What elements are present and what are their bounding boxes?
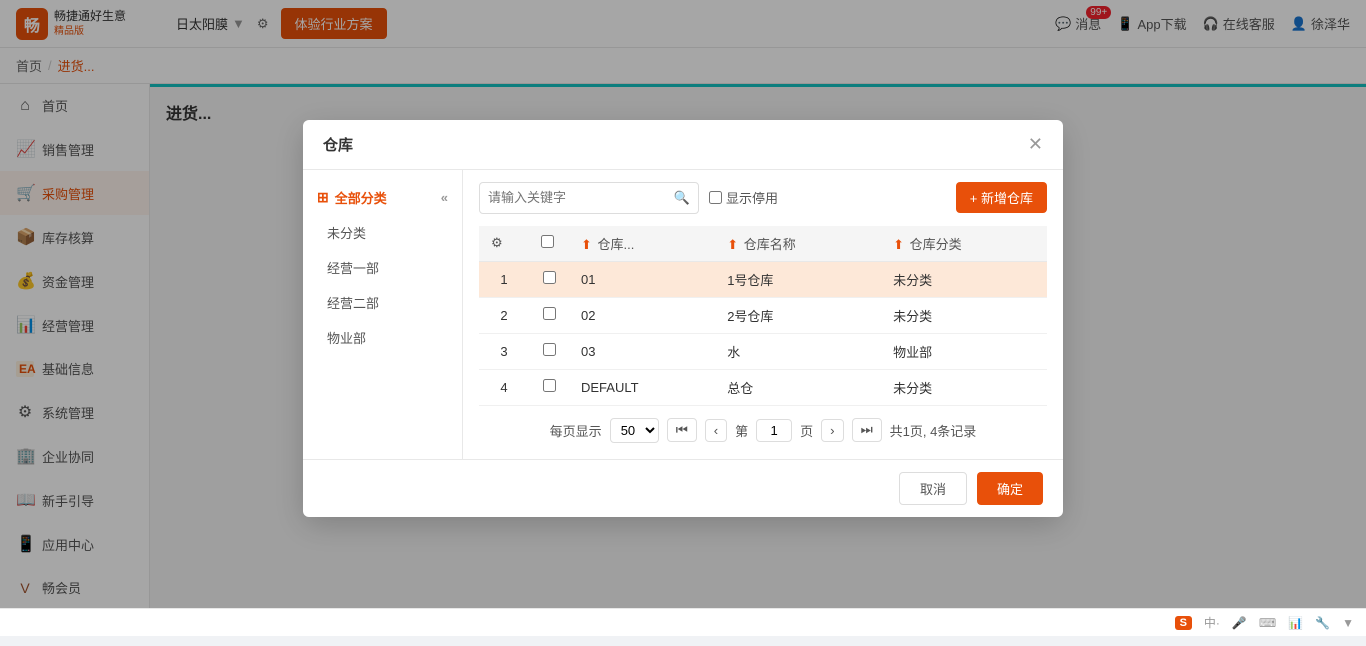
keyboard-icon[interactable]: ⌨ [1259,616,1276,630]
td-num-2: 3 [479,333,529,369]
chart-status-icon: 📊 [1288,616,1303,630]
page-prev-btn[interactable]: ‹ [705,419,727,442]
modal-footer: 取消 确定 [303,459,1063,517]
right-panel: 🔍 显示停用 + 新增仓库 ⚙ [463,170,1063,459]
confirm-btn[interactable]: 确定 [977,472,1043,505]
td-name-1: 2号仓库 [715,297,881,333]
per-page-label: 每页显示 [550,421,602,440]
sort-icon-name: ⬆ [727,237,738,252]
td-check-0[interactable] [529,261,569,297]
td-code-2: 03 [569,333,715,369]
page-unit: 页 [800,421,813,440]
category-header: ⊞ 全部分类 « [303,180,462,215]
wrench-icon: 🔧 [1315,616,1330,630]
th-settings: ⚙ [479,226,529,262]
page-next-btn[interactable]: › [821,419,843,442]
status-text: 中· [1204,614,1220,631]
search-input[interactable] [488,190,674,205]
collapse-btn[interactable]: « [441,190,448,205]
per-page-select[interactable]: 50 [610,418,659,443]
category-item-ops1[interactable]: 经营一部 [303,250,462,285]
td-cat-3: 未分类 [881,369,1047,405]
td-cat-0: 未分类 [881,261,1047,297]
td-check-3[interactable] [529,369,569,405]
th-name: ⬆ 仓库名称 [715,226,881,262]
add-warehouse-btn[interactable]: + 新增仓库 [956,182,1047,213]
th-code: ⬆ 仓库... [569,226,715,262]
warehouse-modal: 仓库 ✕ ⊞ 全部分类 « 未分类 经营一部 经营二部 物业部 [303,120,1063,517]
table-row[interactable]: 1 01 1号仓库 未分类 [479,261,1047,297]
category-item-unclassified[interactable]: 未分类 [303,215,462,250]
category-item-ops2[interactable]: 经营二部 [303,285,462,320]
page-first-btn[interactable]: ⏮ [667,418,697,442]
td-cat-2: 物业部 [881,333,1047,369]
table-row[interactable]: 3 03 水 物业部 [479,333,1047,369]
grid-icon: ⊞ [317,189,329,206]
td-name-0: 1号仓库 [715,261,881,297]
page-last-btn[interactable]: ⏭ [852,418,882,442]
td-check-2[interactable] [529,333,569,369]
settings-col-icon: ⚙ [491,235,503,250]
show-disabled-checkbox[interactable] [709,191,722,204]
arrow-down-icon[interactable]: ▼ [1342,616,1354,630]
mic-icon[interactable]: 🎤 [1232,616,1247,630]
category-panel: ⊞ 全部分类 « 未分类 经营一部 经营二部 物业部 [303,170,463,459]
modal-close-btn[interactable]: ✕ [1028,134,1043,155]
table-row[interactable]: 4 DEFAULT 总仓 未分类 [479,369,1047,405]
modal-overlay: 仓库 ✕ ⊞ 全部分类 « 未分类 经营一部 经营二部 物业部 [0,0,1366,636]
status-logo-icon: S [1175,616,1192,630]
td-code-1: 02 [569,297,715,333]
page-summary: 共1页, 4条记录 [890,421,977,440]
td-cat-1: 未分类 [881,297,1047,333]
warehouse-table: ⚙ ⬆ 仓库... ⬆ 仓库名称 [479,226,1047,406]
th-check [529,226,569,262]
cancel-btn[interactable]: 取消 [899,472,967,505]
table-row[interactable]: 2 02 2号仓库 未分类 [479,297,1047,333]
check-all-input[interactable] [541,235,554,248]
td-code-3: DEFAULT [569,369,715,405]
modal-header: 仓库 ✕ [303,120,1063,170]
td-name-3: 总仓 [715,369,881,405]
td-num-1: 2 [479,297,529,333]
category-item-property[interactable]: 物业部 [303,320,462,355]
td-check-1[interactable] [529,297,569,333]
toolbar: 🔍 显示停用 + 新增仓库 [479,182,1047,214]
search-icon: 🔍 [674,190,690,206]
page-label: 第 [735,421,748,440]
pagination: 每页显示 50 ⏮ ‹ 第 页 › ⏭ 共1页, 4条记录 [479,406,1047,447]
category-all-label[interactable]: 全部分类 [335,188,387,207]
td-num-0: 1 [479,261,529,297]
modal-title: 仓库 [323,134,353,155]
sort-icon-cat: ⬆ [893,237,904,252]
td-name-2: 水 [715,333,881,369]
search-box: 🔍 [479,182,699,214]
sort-icon-code: ⬆ [581,237,592,252]
page-number-input[interactable] [756,419,792,442]
td-code-0: 01 [569,261,715,297]
th-category: ⬆ 仓库分类 [881,226,1047,262]
modal-body: ⊞ 全部分类 « 未分类 经营一部 经营二部 物业部 🔍 [303,170,1063,459]
status-bar: S 中· 🎤 ⌨ 📊 🔧 ▼ [0,608,1366,636]
show-disabled-label: 显示停用 [726,188,778,207]
table-header-row: ⚙ ⬆ 仓库... ⬆ 仓库名称 [479,226,1047,262]
td-num-3: 4 [479,369,529,405]
show-disabled-container: 显示停用 [709,188,778,207]
